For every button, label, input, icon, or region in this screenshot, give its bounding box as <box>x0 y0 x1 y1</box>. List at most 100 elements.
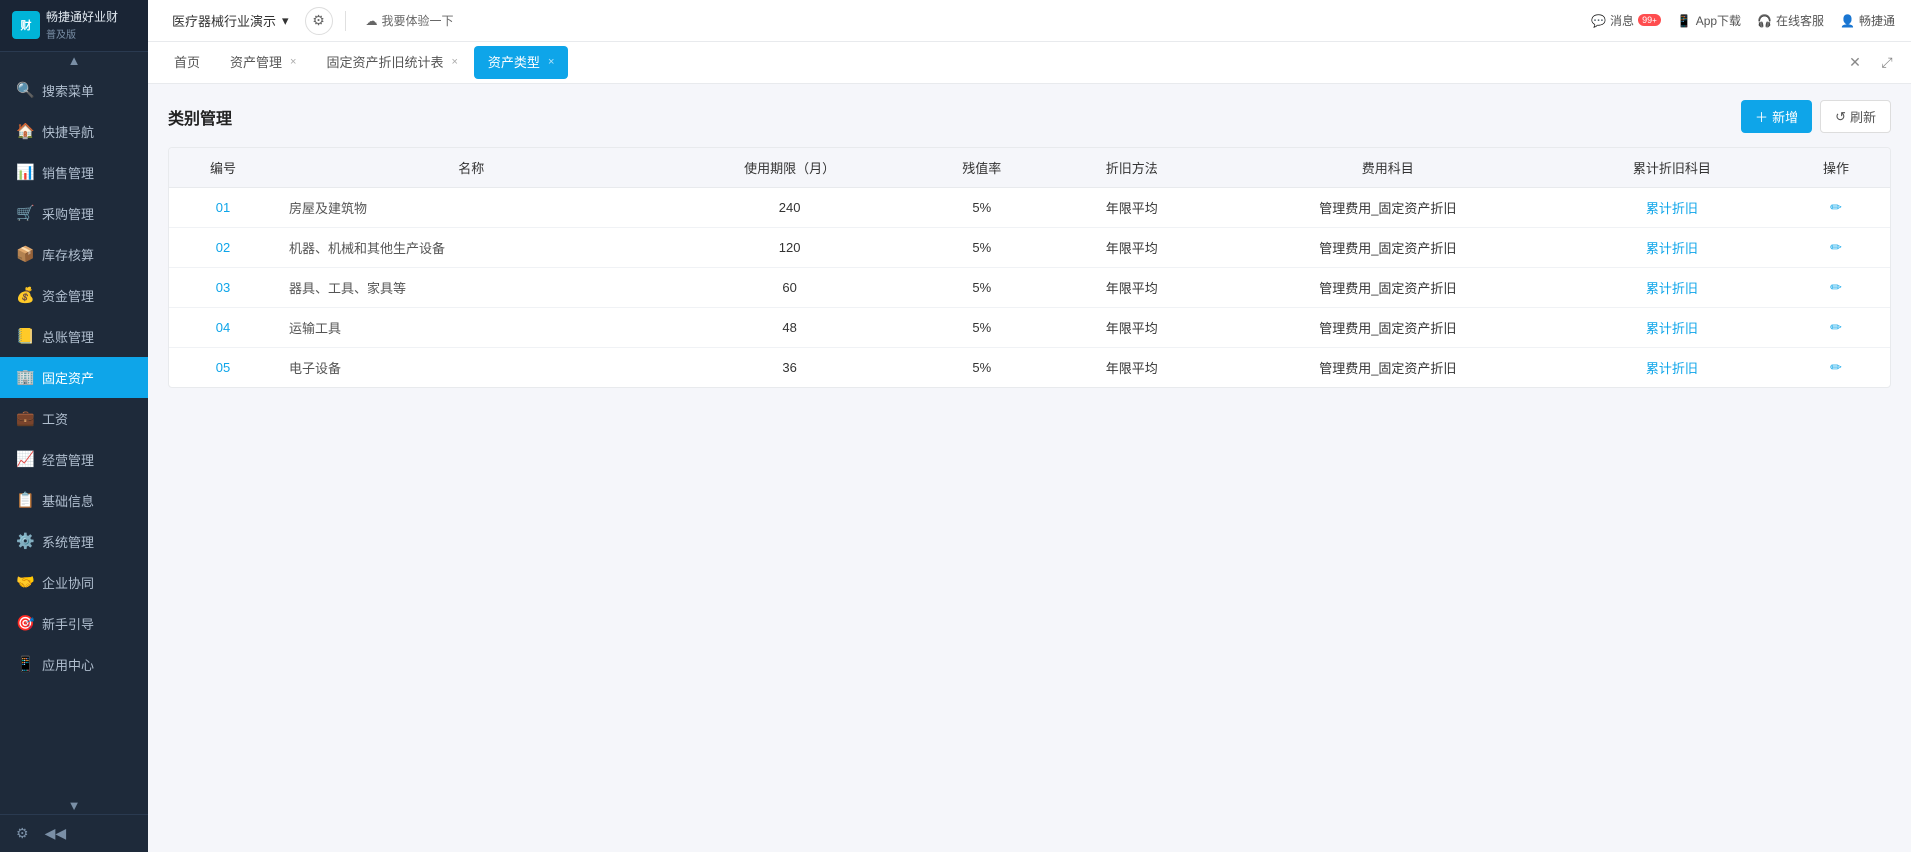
cell-action-2[interactable]: ✏ <box>1782 268 1890 308</box>
tab-asset-mgmt[interactable]: 资产管理 × <box>216 44 310 81</box>
app-download-button[interactable]: 📱 App下载 <box>1677 12 1741 29</box>
message-icon: 💬 <box>1591 14 1606 28</box>
sales-icon: 📊 <box>16 163 34 181</box>
tab-asset-type-close[interactable]: × <box>548 56 554 68</box>
cell-period-3: 48 <box>666 308 914 348</box>
sidebar-item-label: 系统管理 <box>42 532 94 551</box>
cell-id-4: 05 <box>169 348 277 388</box>
plus-icon: ＋ <box>1755 107 1768 126</box>
sidebar-item-search[interactable]: 🔍 搜索菜单 <box>0 70 148 111</box>
sidebar-item-purchase[interactable]: 🛒 采购管理 <box>0 193 148 234</box>
tab-depreciation-close[interactable]: × <box>451 56 457 68</box>
cell-method-3: 年限平均 <box>1050 308 1214 348</box>
cloud-icon: ☁ <box>366 14 378 28</box>
cell-accumulated-4: 累计折旧 <box>1562 348 1782 388</box>
refresh-button-label: 刷新 <box>1850 107 1876 126</box>
sidebar-item-capital[interactable]: 💰 资金管理 <box>0 275 148 316</box>
messages-label: 消息 <box>1610 12 1634 29</box>
experience-button[interactable]: ☁ 我要体验一下 <box>358 8 462 33</box>
content-area: 类别管理 ＋ 新增 ↺ 刷新 编号 名称 使用期限（月） <box>148 84 1911 852</box>
salary-icon: 💼 <box>16 409 34 427</box>
sidebar-item-label: 快捷导航 <box>42 122 94 141</box>
sidebar-item-operations[interactable]: 📈 经营管理 <box>0 439 148 480</box>
sidebar-item-sales[interactable]: 📊 销售管理 <box>0 152 148 193</box>
cell-period-2: 60 <box>666 268 914 308</box>
user-button[interactable]: 👤 畅捷通 <box>1840 12 1895 29</box>
sidebar-item-quick-nav[interactable]: 🏠 快捷导航 <box>0 111 148 152</box>
col-id: 编号 <box>169 148 277 188</box>
col-expense: 费用科目 <box>1214 148 1562 188</box>
sidebar-item-label: 资金管理 <box>42 286 94 305</box>
cell-action-3[interactable]: ✏ <box>1782 308 1890 348</box>
cell-name-3: 运输工具 <box>277 308 666 348</box>
sidebar-item-ledger[interactable]: 📒 总账管理 <box>0 316 148 357</box>
cell-accumulated-0: 累计折旧 <box>1562 188 1782 228</box>
logo-sub: 普及版 <box>46 26 118 41</box>
new-button[interactable]: ＋ 新增 <box>1741 100 1812 133</box>
col-accumulated: 累计折旧科目 <box>1562 148 1782 188</box>
tab-asset-type[interactable]: 资产类型 × <box>474 46 568 79</box>
col-method: 折旧方法 <box>1050 148 1214 188</box>
module-name: 医疗器械行业演示 <box>172 11 276 30</box>
edit-icon[interactable]: ✏ <box>1830 199 1842 215</box>
user-label: 畅捷通 <box>1859 12 1895 29</box>
table-row: 03 器具、工具、家具等 60 5% 年限平均 管理费用_固定资产折旧 累计折旧… <box>169 268 1890 308</box>
edit-icon[interactable]: ✏ <box>1830 279 1842 295</box>
service-label: 在线客服 <box>1776 12 1824 29</box>
sidebar-item-label: 采购管理 <box>42 204 94 223</box>
table-row: 05 电子设备 36 5% 年限平均 管理费用_固定资产折旧 累计折旧 ✏ <box>169 348 1890 388</box>
cell-residual-1: 5% <box>914 228 1050 268</box>
tab-home[interactable]: 首页 <box>160 44 214 81</box>
module-selector[interactable]: 医疗器械行业演示 ▾ <box>164 7 297 34</box>
system-icon: ⚙️ <box>16 532 34 550</box>
tabbar: 首页 资产管理 × 固定资产折旧统计表 × 资产类型 × ✕ ⤢ <box>148 42 1911 84</box>
app-label: App下载 <box>1696 12 1741 29</box>
search-icon: 🔍 <box>16 81 34 99</box>
tab-asset-mgmt-close[interactable]: × <box>290 56 296 68</box>
scroll-up-arrow[interactable]: ▲ <box>0 52 148 70</box>
sidebar-item-inventory[interactable]: 📦 库存核算 <box>0 234 148 275</box>
settings-icon[interactable]: ⚙ <box>16 825 29 842</box>
sidebar-item-fixed-assets[interactable]: 🏢 固定资产 <box>0 357 148 398</box>
sidebar-item-basic-info[interactable]: 📋 基础信息 <box>0 480 148 521</box>
edit-icon[interactable]: ✏ <box>1830 359 1842 375</box>
cell-expense-1: 管理费用_固定资产折旧 <box>1214 228 1562 268</box>
logo-icon: 财 <box>12 11 40 39</box>
tab-asset-type-label: 资产类型 <box>488 52 540 71</box>
cell-id-1: 02 <box>169 228 277 268</box>
cell-expense-3: 管理费用_固定资产折旧 <box>1214 308 1562 348</box>
enterprise-icon: 🤝 <box>16 573 34 591</box>
tab-depreciation-table[interactable]: 固定资产折旧统计表 × <box>312 44 471 81</box>
table-header: 编号 名称 使用期限（月） 残值率 折旧方法 费用科目 累计折旧科目 操作 <box>169 148 1890 188</box>
edit-icon[interactable]: ✏ <box>1830 239 1842 255</box>
cell-id-0: 01 <box>169 188 277 228</box>
scroll-down-arrow[interactable]: ▼ <box>0 796 148 814</box>
expand-window-button[interactable]: ⤢ <box>1875 51 1899 75</box>
cell-id-2: 03 <box>169 268 277 308</box>
cell-action-1[interactable]: ✏ <box>1782 228 1890 268</box>
operations-icon: 📈 <box>16 450 34 468</box>
customer-service-button[interactable]: 🎧 在线客服 <box>1757 12 1824 29</box>
sidebar-item-salary[interactable]: 💼 工资 <box>0 398 148 439</box>
page-header: 类别管理 ＋ 新增 ↺ 刷新 <box>168 100 1891 133</box>
sidebar-item-system[interactable]: ⚙️ 系统管理 <box>0 521 148 562</box>
experience-text: 我要体验一下 <box>382 12 454 29</box>
category-table: 编号 名称 使用期限（月） 残值率 折旧方法 费用科目 累计折旧科目 操作 01… <box>168 147 1891 388</box>
cell-id-3: 04 <box>169 308 277 348</box>
data-table: 编号 名称 使用期限（月） 残值率 折旧方法 费用科目 累计折旧科目 操作 01… <box>169 148 1890 387</box>
close-window-button[interactable]: ✕ <box>1843 51 1867 75</box>
messages-button[interactable]: 💬 消息 99+ <box>1591 12 1661 29</box>
settings-button[interactable]: ⚙ <box>305 7 333 35</box>
col-actions: 操作 <box>1782 148 1890 188</box>
cell-expense-0: 管理费用_固定资产折旧 <box>1214 188 1562 228</box>
sidebar-item-enterprise[interactable]: 🤝 企业协同 <box>0 562 148 603</box>
cell-action-4[interactable]: ✏ <box>1782 348 1890 388</box>
sidebar-item-label: 工资 <box>42 409 68 428</box>
collapse-icon[interactable]: ◀◀ <box>45 825 67 842</box>
sidebar-item-app-center[interactable]: 📱 应用中心 <box>0 644 148 685</box>
edit-icon[interactable]: ✏ <box>1830 319 1842 335</box>
sidebar-item-guide[interactable]: 🎯 新手引导 <box>0 603 148 644</box>
topbar-right: 💬 消息 99+ 📱 App下载 🎧 在线客服 👤 畅捷通 <box>1591 12 1895 29</box>
cell-action-0[interactable]: ✏ <box>1782 188 1890 228</box>
refresh-button[interactable]: ↺ 刷新 <box>1820 100 1891 133</box>
